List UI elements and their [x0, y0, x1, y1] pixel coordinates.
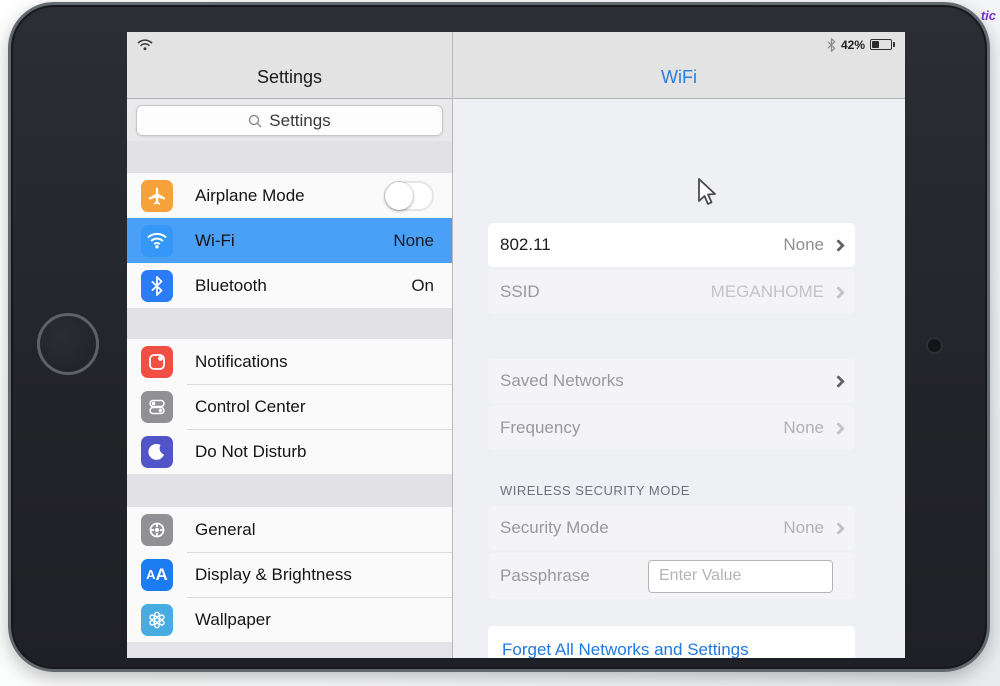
- status-bar-right: 42%: [453, 32, 905, 57]
- chevron-right-icon: [832, 522, 845, 535]
- gear-icon: [141, 514, 173, 546]
- bluetooth-icon: [141, 270, 173, 302]
- group-gap: [127, 308, 452, 339]
- row-label: 802.11: [500, 235, 783, 255]
- group-gap: [127, 141, 452, 173]
- sidebar-item-control-center[interactable]: Control Center: [127, 384, 452, 429]
- row-label: Security Mode: [500, 518, 783, 538]
- sidebar-item-label: General: [195, 520, 434, 540]
- settings-sidebar: Settings Settings Airplane Mode: [127, 32, 453, 658]
- mouse-cursor: [695, 177, 717, 207]
- battery-icon: [870, 39, 895, 50]
- row-label: Saved Networks: [500, 371, 834, 391]
- search-zone: Settings: [127, 99, 452, 141]
- sidebar-item-bluetooth[interactable]: Bluetooth On: [127, 263, 452, 308]
- row-security-mode: Security Mode None: [488, 506, 855, 550]
- row-value: None: [783, 518, 824, 538]
- row-label: Passphrase: [500, 566, 648, 586]
- sidebar-item-do-not-disturb[interactable]: Do Not Disturb: [127, 429, 452, 474]
- display-icon: AA: [141, 559, 173, 591]
- row-label: Frequency: [500, 418, 783, 438]
- row-passphrase: Passphrase: [488, 553, 855, 599]
- section-header: WIRELESS SECURITY MODE: [500, 483, 855, 498]
- page-title: WiFi: [661, 67, 697, 88]
- wifi-value: None: [393, 231, 434, 251]
- sidebar-item-label: Control Center: [195, 397, 434, 417]
- search-icon: [248, 114, 262, 128]
- sidebar-item-label: Wi-Fi: [195, 231, 393, 251]
- search-input[interactable]: Settings: [136, 105, 443, 136]
- notifications-icon: [141, 346, 173, 378]
- airplane-icon: [141, 180, 173, 212]
- watermark-text: tic: [981, 8, 996, 23]
- row-80211[interactable]: 802.11 None: [488, 223, 855, 267]
- row-value: MEGANHOME: [711, 282, 824, 302]
- row-ssid: SSID MEGANHOME: [488, 270, 855, 314]
- row-saved-networks[interactable]: Saved Networks: [488, 359, 855, 403]
- main-header: WiFi: [453, 57, 905, 99]
- screen: Settings Settings Airplane Mode: [127, 32, 905, 658]
- home-button[interactable]: [37, 313, 99, 375]
- moon-icon: [141, 436, 173, 468]
- airplane-mode-toggle[interactable]: [384, 181, 434, 211]
- row-value: None: [783, 418, 824, 438]
- sidebar-item-notifications[interactable]: Notifications: [127, 339, 452, 384]
- status-bar-left: [127, 32, 452, 57]
- sidebar-item-label: Notifications: [195, 352, 434, 372]
- control-center-icon: [141, 391, 173, 423]
- wifi-pane: 42% WiFi 802.11 None SSID: [453, 32, 905, 658]
- row-value: None: [783, 235, 824, 255]
- forget-link-label: Forget All Networks and Settings: [502, 640, 749, 658]
- chevron-right-icon: [832, 286, 845, 299]
- battery-percent: 42%: [841, 38, 865, 52]
- sidebar-item-wallpaper[interactable]: Wallpaper: [127, 597, 452, 642]
- wifi-status-icon: [137, 39, 153, 51]
- camera-icon: [928, 339, 941, 352]
- forget-all-networks-button[interactable]: Forget All Networks and Settings: [488, 626, 855, 658]
- chevron-right-icon: [832, 375, 845, 388]
- row-label: SSID: [500, 282, 711, 302]
- sidebar-item-label: Airplane Mode: [195, 186, 384, 206]
- sidebar-item-label: Do Not Disturb: [195, 442, 434, 462]
- chevron-right-icon: [832, 422, 845, 435]
- tablet-frame: Settings Settings Airplane Mode: [8, 2, 990, 672]
- toggle-knob: [385, 182, 413, 210]
- sidebar-item-label: Bluetooth: [195, 276, 411, 296]
- sidebar-item-wifi[interactable]: Wi-Fi None: [127, 218, 452, 263]
- search-text: Settings: [269, 111, 330, 131]
- row-frequency: Frequency None: [488, 406, 855, 450]
- wifi-icon: [141, 225, 173, 257]
- sidebar-title: Settings: [257, 67, 322, 88]
- sidebar-header: Settings: [127, 57, 452, 99]
- bluetooth-status-icon: [827, 38, 836, 52]
- sidebar-item-label: Display & Brightness: [195, 565, 434, 585]
- sidebar-item-airplane-mode[interactable]: Airplane Mode: [127, 173, 452, 218]
- group-gap: [127, 474, 452, 507]
- flower-icon: [141, 604, 173, 636]
- sidebar-item-display-brightness[interactable]: AA Display & Brightness: [127, 552, 452, 597]
- chevron-right-icon: [832, 239, 845, 252]
- wifi-settings-content: 802.11 None SSID MEGANHOME Saved Network…: [453, 99, 905, 658]
- bluetooth-value: On: [411, 276, 434, 296]
- sidebar-item-general[interactable]: General: [127, 507, 452, 552]
- passphrase-input[interactable]: [648, 560, 833, 593]
- sidebar-item-label: Wallpaper: [195, 610, 434, 630]
